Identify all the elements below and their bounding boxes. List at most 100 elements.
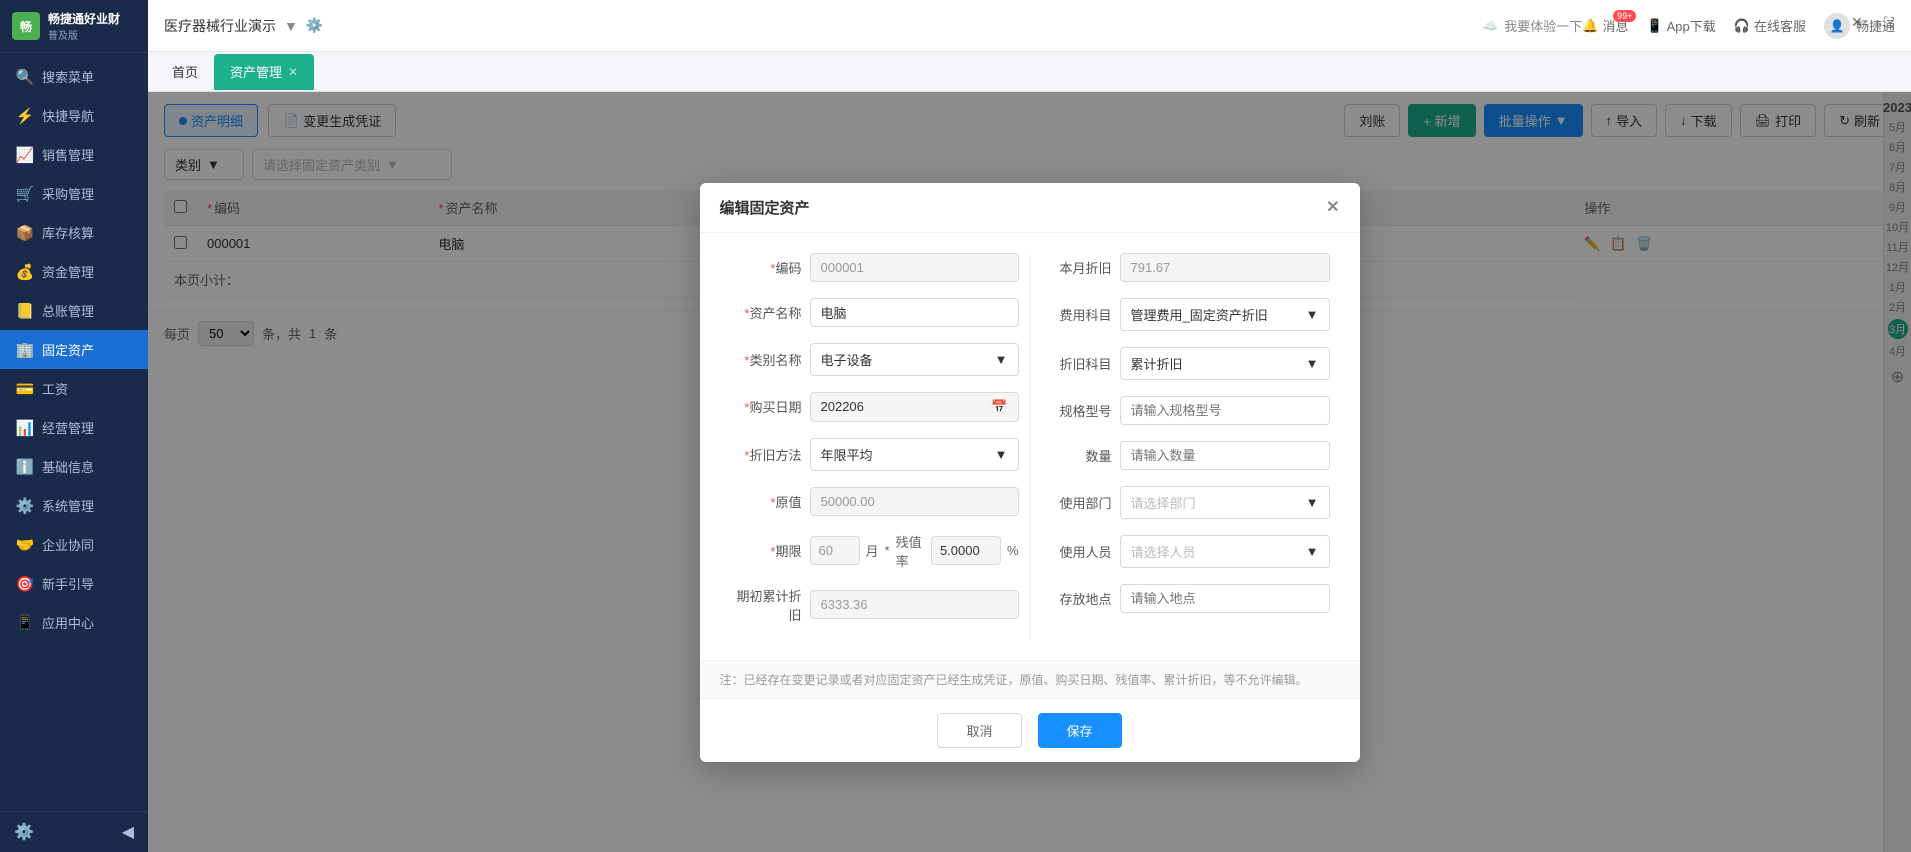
dep-method-select[interactable]: 年限平均 ▼ (810, 438, 1019, 471)
person-select[interactable]: 请选择人员 ▼ (1120, 535, 1330, 568)
building-icon: 🏢 (16, 341, 34, 359)
lightning-icon: ⚡ (16, 107, 34, 125)
modal-footer: 取消 保存 (700, 698, 1360, 762)
sidebar-logo: 畅 畅捷通好业财 普及版 (0, 0, 148, 53)
sidebar-item-basic-info[interactable]: ℹ️ 基础信息 (0, 447, 148, 486)
sidebar-bottom: ⚙️ ◀ (0, 811, 148, 852)
sidebar-item-quicknav[interactable]: ⚡ 快捷导航 (0, 96, 148, 135)
dropdown-icon[interactable]: ▼ (284, 18, 298, 34)
gear-bottom-icon[interactable]: ⚙️ (14, 822, 34, 842)
sidebar-item-purchase[interactable]: 🛒 采购管理 (0, 174, 148, 213)
category-label: *类别名称 (730, 350, 810, 369)
person-placeholder: 请选择人员 (1131, 542, 1196, 561)
monthly-dep-input (1120, 253, 1330, 282)
form-row-department: 使用部门 请选择部门 ▼ (1040, 486, 1330, 519)
cancel-button[interactable]: 取消 (937, 713, 1021, 748)
department-placeholder: 请选择部门 (1131, 493, 1196, 512)
topbar-cloud[interactable]: ☁️ 我要体验一下 (1482, 16, 1582, 35)
expense-account-value: 管理费用_固定资产折旧 (1131, 305, 1268, 324)
sidebar-item-management[interactable]: 📊 经营管理 (0, 408, 148, 447)
form-row-person: 使用人员 请选择人员 ▼ (1040, 535, 1330, 568)
app-download-label: App下载 (1667, 16, 1716, 35)
purchase-date-input[interactable]: 202206 📅 (810, 392, 1019, 422)
location-input[interactable] (1120, 584, 1330, 613)
purchase-icon: 🛒 (16, 185, 34, 203)
sidebar-item-inventory[interactable]: 📦 库存核算 (0, 213, 148, 252)
online-service-btn[interactable]: 🎧 在线客服 (1734, 16, 1806, 35)
app-logo-icon: 畅 (12, 12, 40, 40)
cooperation-icon: 🤝 (16, 536, 34, 554)
guide-icon: 🎯 (16, 575, 34, 593)
sidebar-item-search[interactable]: 🔍 搜索菜单 (0, 57, 148, 96)
sidebar-item-payroll[interactable]: 💳 工资 (0, 369, 148, 408)
dep-account-select[interactable]: 累计折旧 ▼ (1120, 347, 1330, 380)
residual-rate-input[interactable] (931, 536, 1001, 565)
cloud-icon: ☁️ (1482, 18, 1498, 34)
tab-close-icon[interactable]: ✕ (288, 65, 298, 79)
modal-edit-asset: 编辑固定资产 ✕ *编码 (700, 183, 1360, 762)
dep-method-label: *折旧方法 (730, 445, 810, 464)
expense-account-dropdown-icon: ▼ (1306, 307, 1319, 322)
purchase-date-label: *购买日期 (730, 397, 810, 416)
dep-account-dropdown-icon: ▼ (1306, 356, 1319, 371)
sidebar-item-sales[interactable]: 📈 销售管理 (0, 135, 148, 174)
sidebar-item-app-center[interactable]: 📱 应用中心 (0, 603, 148, 642)
sidebar-item-finance[interactable]: 💰 资金管理 (0, 252, 148, 291)
dep-method-value: 年限平均 (821, 445, 873, 464)
note-text: 注：已经存在变更记录或者对应固定资产已经生成凭证，原值、购买日期、残值率、累计折… (720, 673, 1308, 687)
modal-close-icon[interactable]: ✕ (1326, 197, 1339, 217)
notification-btn[interactable]: 🔔 消息 99+ (1582, 16, 1628, 35)
form-row-original: *原值 (730, 487, 1019, 516)
period-unit: 月 (866, 541, 879, 560)
tab-asset-label: 资产管理 (230, 62, 282, 81)
sidebar: 畅 畅捷通好业财 普及版 🔍 搜索菜单 ⚡ 快捷导航 📈 销售管理 🛒 采购管理… (0, 0, 148, 852)
window-maximize-btn[interactable]: ⛶ (1875, 8, 1903, 36)
name-input[interactable] (810, 298, 1019, 327)
tab-home[interactable]: 首页 (156, 54, 214, 90)
department-select[interactable]: 请选择部门 ▼ (1120, 486, 1330, 519)
collapse-icon[interactable]: ◀ (122, 822, 134, 842)
demo-title: 医疗器械行业演示 (164, 16, 276, 36)
quantity-input[interactable] (1120, 441, 1330, 470)
content-area: 资产明细 📄 变更生成凭证 刘账 + 新增 批量操作 ▼ ↑ 导入 (148, 92, 1911, 852)
cloud-text: 我要体验一下 (1504, 16, 1582, 35)
app-download-btn[interactable]: 📱 App下载 (1646, 16, 1715, 35)
finance-icon: 💰 (16, 263, 34, 281)
sidebar-item-system[interactable]: ⚙️ 系统管理 (0, 486, 148, 525)
category-value: 电子设备 (821, 350, 873, 369)
expense-account-select[interactable]: 管理费用_固定资产折旧 ▼ (1120, 298, 1330, 331)
period-input[interactable] (810, 536, 860, 565)
search-icon: 🔍 (16, 68, 34, 86)
modal-note: 注：已经存在变更记录或者对应固定资产已经生成凭证，原值、购买日期、残值率、累计折… (700, 660, 1360, 698)
name-label: *资产名称 (730, 303, 810, 322)
sidebar-item-ledger[interactable]: 📒 总账管理 (0, 291, 148, 330)
sidebar-item-cooperation[interactable]: 🤝 企业协同 (0, 525, 148, 564)
topbar: 医疗器械行业演示 ▼ ⚙️ ☁️ 我要体验一下 🔔 消息 99+ 📱 App下载… (148, 0, 1911, 52)
service-label: 在线客服 (1754, 16, 1806, 35)
sales-icon: 📈 (16, 146, 34, 164)
quantity-label: 数量 (1040, 446, 1120, 465)
window-minimize-btn[interactable]: ✕ (1843, 8, 1871, 36)
dep-account-label: 折旧科目 (1040, 354, 1120, 373)
original-input[interactable] (810, 487, 1019, 516)
sidebar-item-guide[interactable]: 🎯 新手引导 (0, 564, 148, 603)
topbar-gear-icon[interactable]: ⚙️ (306, 17, 323, 34)
monthly-dep-label: 本月折旧 (1040, 258, 1120, 277)
expense-account-label: 费用科目 (1040, 305, 1120, 324)
form-row-spec: 规格型号 (1040, 396, 1330, 425)
form-row-period: *期限 月 * 残值率 % (730, 532, 1019, 570)
spec-input[interactable] (1120, 396, 1330, 425)
category-select[interactable]: 电子设备 ▼ (810, 343, 1019, 376)
save-button[interactable]: 保存 (1038, 713, 1122, 748)
form-row-category: *类别名称 电子设备 ▼ (730, 343, 1019, 376)
modal-overlay: 编辑固定资产 ✕ *编码 (148, 92, 1911, 852)
original-label: *原值 (730, 492, 810, 511)
tab-asset-management[interactable]: 资产管理 ✕ (214, 54, 314, 90)
modal-right-col: 本月折旧 费用科目 管理费用_固定资产折旧 ▼ (1030, 253, 1340, 640)
code-input[interactable] (810, 253, 1019, 282)
info-icon: ℹ️ (16, 458, 34, 476)
form-row-name: *资产名称 (730, 298, 1019, 327)
sidebar-item-fixed-assets[interactable]: 🏢 固定资产 (0, 330, 148, 369)
code-label: *编码 (730, 258, 810, 277)
initial-dep-input[interactable] (810, 590, 1019, 619)
